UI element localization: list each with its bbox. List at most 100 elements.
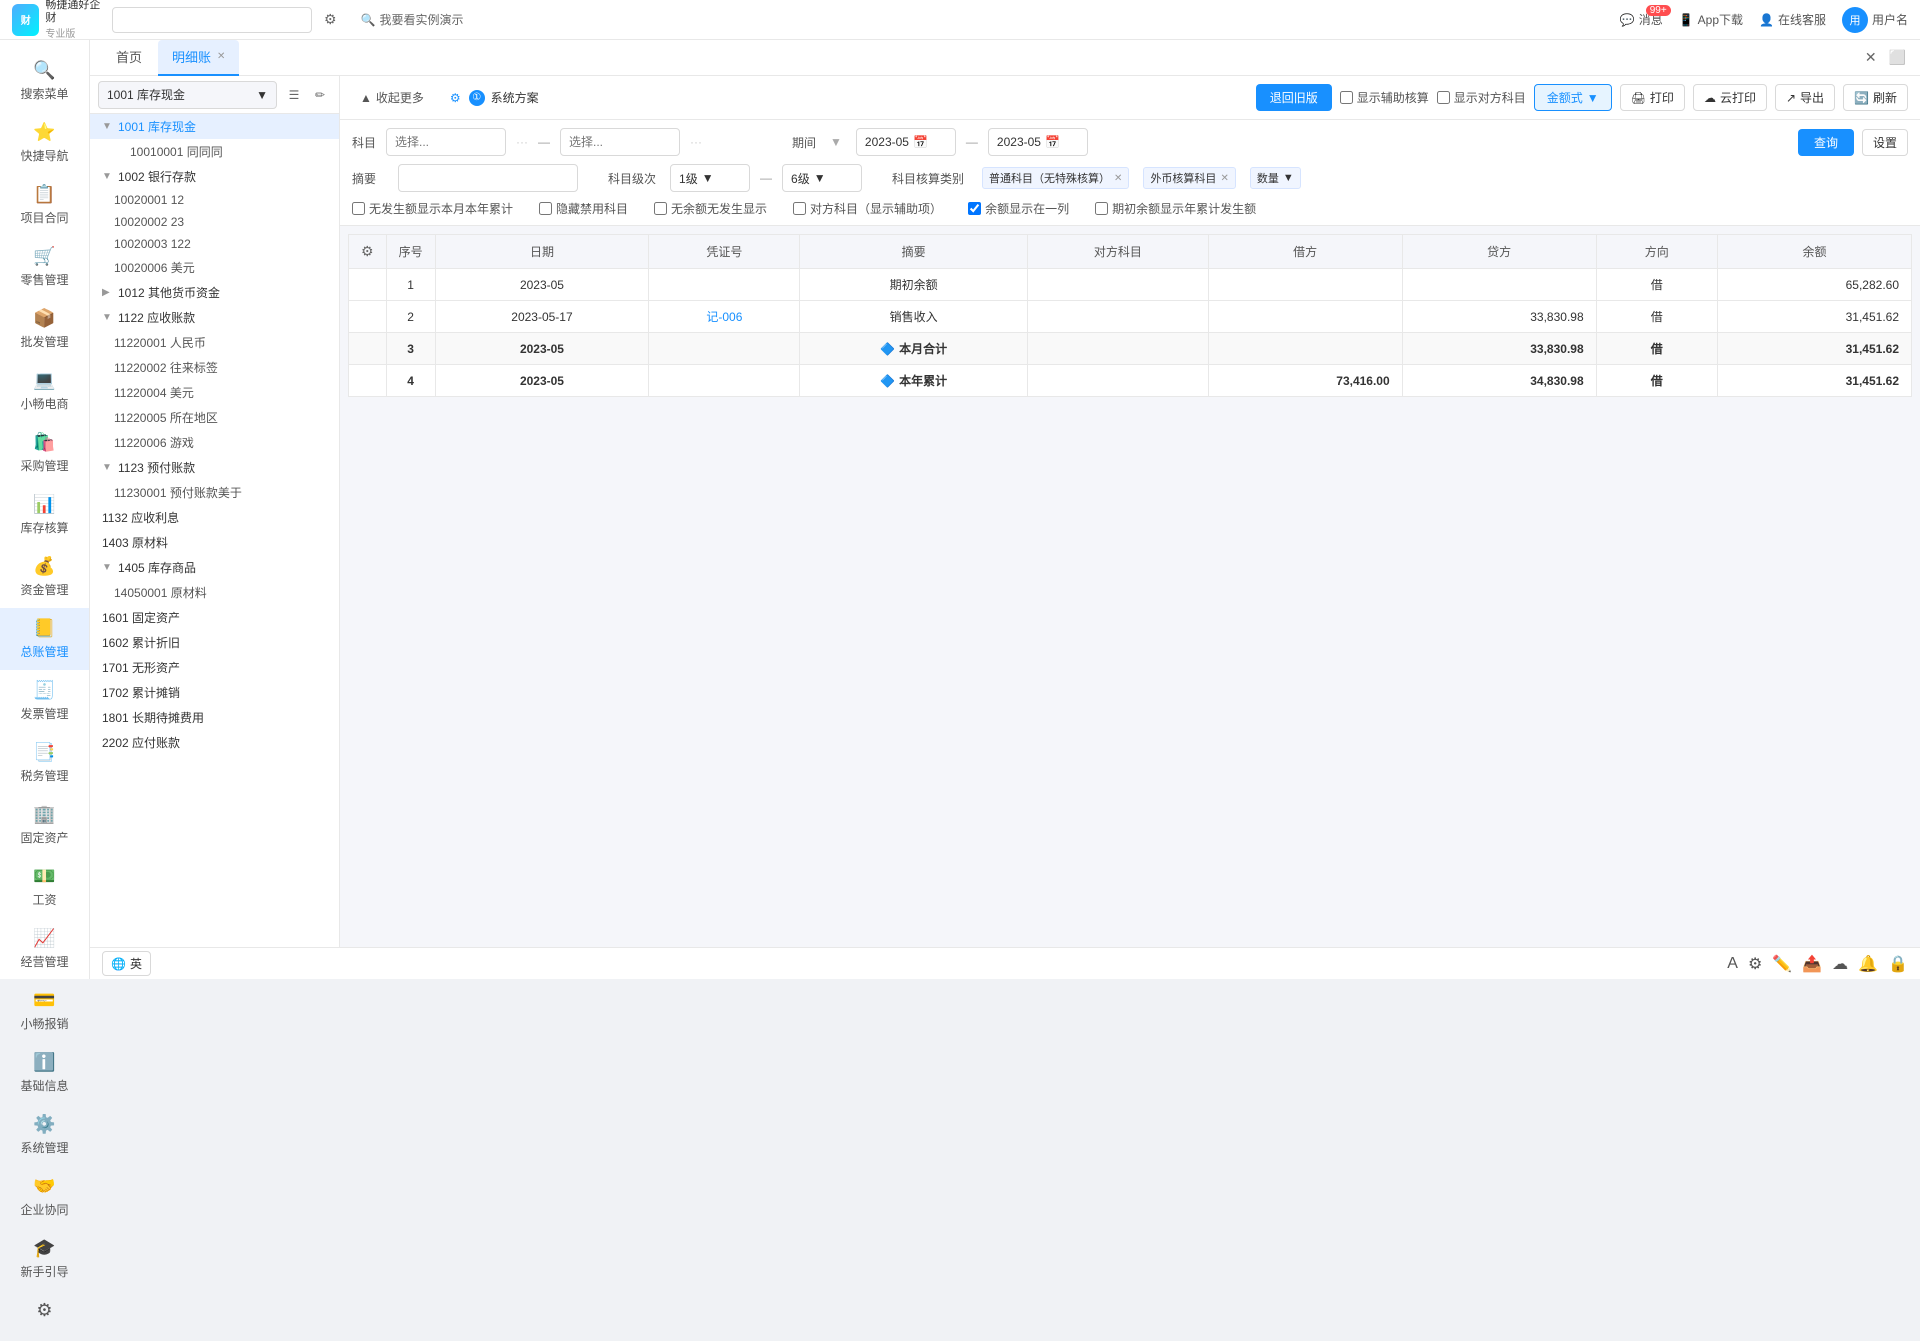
sidebar-item-settings-bottom[interactable]: ⚙: [36, 1290, 52, 1331]
messages-btn[interactable]: 💬 消息 99+: [1620, 11, 1663, 28]
tree-item-1701[interactable]: 1701 无形资产: [90, 655, 339, 680]
cb-beginning-cumulative[interactable]: 期初余额显示年累计发生额: [1095, 200, 1256, 217]
tab-home[interactable]: 首页: [102, 40, 156, 76]
sidebar-item-invoice[interactable]: 🧾 发票管理: [0, 670, 89, 732]
sidebar-item-purchase[interactable]: 🛍️ 采购管理: [0, 422, 89, 484]
demo-link[interactable]: 🔍 我要看实例演示: [361, 11, 464, 28]
tree-item-11220006[interactable]: 11220006 游戏: [90, 430, 339, 455]
lock-status-icon[interactable]: 🔒: [1888, 954, 1908, 974]
show-opposite-checkbox[interactable]: 显示对方科目: [1437, 89, 1526, 106]
tree-item-11220005[interactable]: 11220005 所在地区: [90, 405, 339, 430]
tree-item-10020002[interactable]: 10020002 23: [90, 211, 339, 233]
cb-beginning-cumulative-input[interactable]: [1095, 202, 1108, 215]
online-service-btn[interactable]: 👤 在线客服: [1759, 11, 1826, 28]
bell-status-icon[interactable]: 🔔: [1858, 954, 1878, 974]
tree-item-11220004[interactable]: 11220004 美元: [90, 380, 339, 405]
tree-item-10020006[interactable]: 10020006 美元: [90, 255, 339, 280]
cb-no-balance-input[interactable]: [352, 202, 365, 215]
cb-show-opposite-input[interactable]: [793, 202, 806, 215]
cb-no-balance[interactable]: 无发生额显示本月本年累计: [352, 200, 513, 217]
sidebar-item-accounting[interactable]: 📒 总账管理: [0, 608, 89, 670]
tab-minimize-btn[interactable]: ⬜: [1883, 45, 1912, 70]
print-btn[interactable]: 🖨 打印: [1620, 84, 1685, 111]
sidebar-item-search[interactable]: 🔍 搜索菜单: [0, 50, 89, 112]
sidebar-item-cooperation[interactable]: 🤝 企业协同: [0, 1166, 89, 1228]
tree-item-11220002[interactable]: 11220002 往来标签: [90, 355, 339, 380]
sidebar-item-retail[interactable]: 🛒 零售管理: [0, 236, 89, 298]
show-aux-checkbox[interactable]: 显示辅助核算: [1340, 89, 1429, 106]
refresh-btn[interactable]: 🔄 刷新: [1843, 84, 1908, 111]
tab-maximize-btn[interactable]: ✕: [1859, 45, 1883, 70]
top-search-input[interactable]: [112, 7, 312, 33]
sidebar-item-inventory[interactable]: 📊 库存核算: [0, 484, 89, 546]
sidebar-item-quick-nav[interactable]: ⭐ 快捷导航: [0, 112, 89, 174]
period-end-input[interactable]: 2023-05 📅: [988, 128, 1088, 156]
tag-ordinary-close[interactable]: ✕: [1114, 173, 1122, 184]
upload-status-icon[interactable]: 📤: [1802, 954, 1822, 974]
sidebar-item-assets[interactable]: 🏢 固定资产: [0, 794, 89, 856]
cb-hide-disabled-input[interactable]: [539, 202, 552, 215]
table-gear-btn[interactable]: ⚙: [361, 243, 374, 260]
tree-item-1001[interactable]: ▼ 1001 库存现金: [90, 114, 339, 139]
account-selector[interactable]: 1001 库存现金 ▼: [98, 81, 277, 109]
tree-item-1002[interactable]: ▼ 1002 银行存款: [90, 164, 339, 189]
sidebar-item-ecommerce[interactable]: 💻 小畅电商: [0, 360, 89, 422]
tree-item-11230001[interactable]: 11230001 预付账款美于: [90, 480, 339, 505]
subject-input[interactable]: [386, 128, 506, 156]
panel-edit-btn[interactable]: ✏: [309, 84, 331, 106]
tree-item-1602[interactable]: 1602 累计折旧: [90, 630, 339, 655]
sidebar-item-tax[interactable]: 📑 税务管理: [0, 732, 89, 794]
sidebar-item-system[interactable]: ⚙️ 系统管理: [0, 1104, 89, 1166]
tree-item-1403[interactable]: 1403 原材料: [90, 530, 339, 555]
tree-item-10020003[interactable]: 10020003 122: [90, 233, 339, 255]
tree-item-1122[interactable]: ▼ 1122 应收账款: [90, 305, 339, 330]
tab-detail[interactable]: 明细账 ✕: [158, 40, 239, 76]
tree-item-1012[interactable]: ▶ 1012 其他货币资金: [90, 280, 339, 305]
sidebar-item-project[interactable]: 📋 项目合同: [0, 174, 89, 236]
panel-list-btn[interactable]: ☰: [283, 84, 305, 106]
settings-btn[interactable]: 设置: [1862, 129, 1908, 156]
tree-item-11220001[interactable]: 11220001 人民币: [90, 330, 339, 355]
show-opposite-input[interactable]: [1437, 91, 1450, 104]
tree-item-1405[interactable]: ▼ 1405 库存商品: [90, 555, 339, 580]
cb-balance-one-col-input[interactable]: [968, 202, 981, 215]
sidebar-item-salary[interactable]: 💵 工资: [0, 856, 89, 918]
settings-status-icon[interactable]: ⚙: [1748, 954, 1762, 974]
sidebar-item-guide[interactable]: 🎓 新手引导: [0, 1228, 89, 1290]
tab-detail-close[interactable]: ✕: [217, 51, 225, 62]
tree-item-1801[interactable]: 1801 长期待摊费用: [90, 705, 339, 730]
cloud-print-btn[interactable]: ☁ 云打印: [1693, 84, 1767, 111]
cb-no-balance2-input[interactable]: [654, 202, 667, 215]
sidebar-item-capital[interactable]: 💰 资金管理: [0, 546, 89, 608]
sidebar-item-report[interactable]: 💳 小畅报销: [0, 980, 89, 1042]
tree-item-2202[interactable]: 2202 应付账款: [90, 730, 339, 755]
cb-no-balance2[interactable]: 无余额无发生显示: [654, 200, 767, 217]
period-start-input[interactable]: 2023-05 📅: [856, 128, 956, 156]
app-download-btn[interactable]: 📱 App下载: [1679, 11, 1743, 28]
sidebar-item-basic[interactable]: ℹ️ 基础信息: [0, 1042, 89, 1104]
sidebar-item-management[interactable]: 📈 经营管理: [0, 918, 89, 980]
user-btn[interactable]: 用 用户名: [1842, 7, 1908, 33]
tree-item-1132[interactable]: 1132 应收利息: [90, 505, 339, 530]
cb-show-opposite[interactable]: 对方科目（显示辅助项）: [793, 200, 942, 217]
return-old-btn[interactable]: 退回旧版: [1256, 84, 1332, 111]
voucher-link-2[interactable]: 记-006: [706, 310, 742, 324]
tree-item-1601[interactable]: 1601 固定资产: [90, 605, 339, 630]
export-btn[interactable]: ↗ 导出: [1775, 84, 1835, 111]
cb-hide-disabled[interactable]: 隐藏禁用科目: [539, 200, 628, 217]
tree-item-14050001[interactable]: 14050001 原材料: [90, 580, 339, 605]
text-icon[interactable]: A: [1727, 955, 1738, 973]
level-start-select[interactable]: 1级 ▼: [670, 164, 750, 192]
tag-foreign-close[interactable]: ✕: [1220, 173, 1228, 184]
tree-item-1702[interactable]: 1702 累计摊销: [90, 680, 339, 705]
lang-btn[interactable]: 🌐 英: [102, 951, 151, 976]
show-aux-input[interactable]: [1340, 91, 1353, 104]
cloud-status-icon[interactable]: ☁: [1832, 954, 1848, 974]
summary-input[interactable]: [398, 164, 578, 192]
sidebar-item-wholesale[interactable]: 📦 批发管理: [0, 298, 89, 360]
tree-item-1123[interactable]: ▼ 1123 预付账款: [90, 455, 339, 480]
level-end-select[interactable]: 6级 ▼: [782, 164, 862, 192]
tree-item-10010001[interactable]: 10010001 同同同: [90, 139, 339, 164]
edit-status-icon[interactable]: ✏️: [1772, 954, 1792, 974]
style-btn[interactable]: 金额式 ▼: [1534, 84, 1612, 111]
